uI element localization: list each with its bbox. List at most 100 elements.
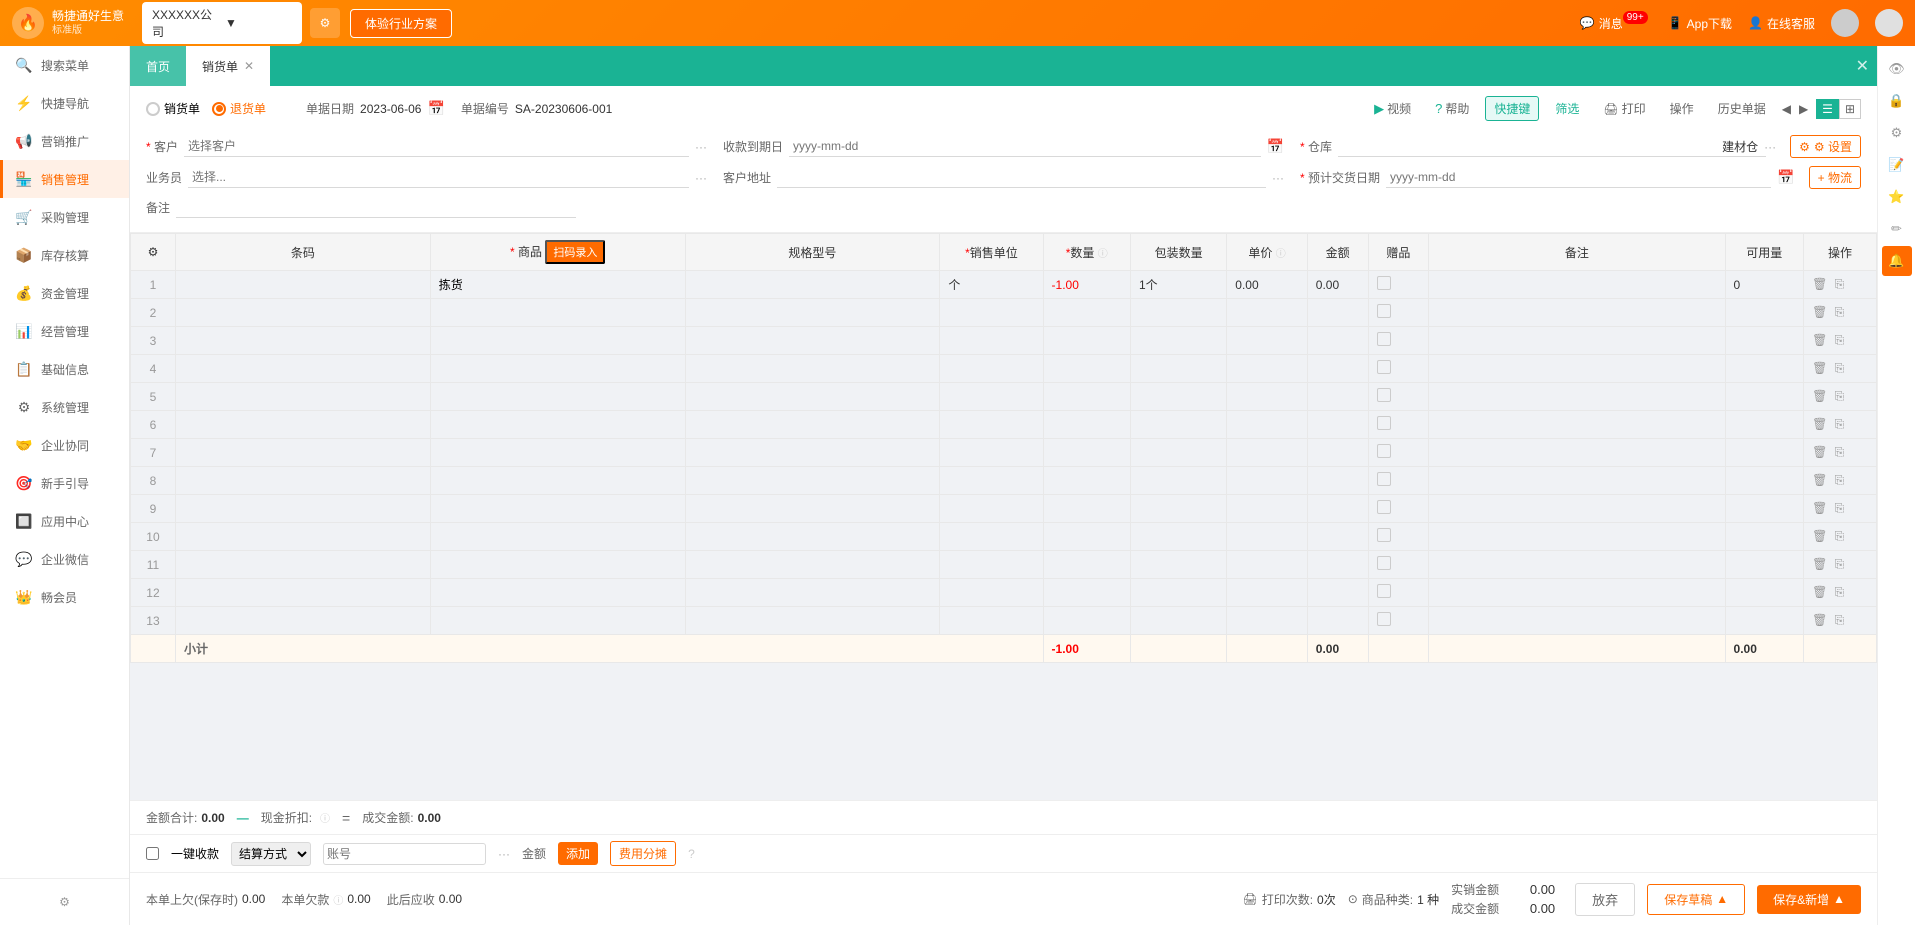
- cell-product[interactable]: [430, 467, 685, 495]
- cell-unit-price[interactable]: [1227, 495, 1308, 523]
- print-button[interactable]: 🖨 打印: [1595, 97, 1653, 120]
- cell-unit-price[interactable]: [1227, 467, 1308, 495]
- account-more-icon[interactable]: ···: [498, 847, 510, 861]
- delete-icon[interactable]: 🗑: [1812, 277, 1827, 291]
- company-selector[interactable]: XXXXXX公司 ▼: [142, 2, 302, 44]
- cell-amount[interactable]: [1307, 495, 1368, 523]
- cell-spec[interactable]: [685, 467, 940, 495]
- gift-checkbox[interactable]: [1377, 556, 1391, 570]
- close-all-tabs-button[interactable]: ✕: [1856, 56, 1869, 76]
- qty-info-icon[interactable]: ⓘ: [1098, 249, 1108, 260]
- copy-icon[interactable]: ⎘: [1835, 585, 1845, 599]
- cell-spec[interactable]: [685, 607, 940, 635]
- price-info-icon[interactable]: ⓘ: [1276, 249, 1286, 260]
- right-panel-lock-button[interactable]: 🔒: [1882, 86, 1912, 116]
- warehouse-input[interactable]: [1338, 136, 1766, 157]
- cell-unit[interactable]: [940, 523, 1043, 551]
- header-settings-button[interactable]: ⚙: [310, 8, 340, 38]
- radio-return[interactable]: 退货单: [212, 100, 266, 117]
- cell-gift[interactable]: [1368, 495, 1429, 523]
- right-panel-star-button[interactable]: ⭐: [1882, 182, 1912, 212]
- view-list-button[interactable]: ☰: [1816, 99, 1839, 119]
- sidebar-item-inventory[interactable]: 📦 库存核算: [0, 236, 129, 274]
- cell-unit[interactable]: [940, 439, 1043, 467]
- sidebar-settings-button[interactable]: ⚙: [0, 887, 129, 917]
- cell-unit[interactable]: [940, 327, 1043, 355]
- settings-button[interactable]: ⚙ ⚙ 设置: [1790, 135, 1861, 158]
- delete-icon[interactable]: 🗑: [1812, 613, 1827, 627]
- cell-unit-price[interactable]: [1227, 411, 1308, 439]
- cell-barcode[interactable]: [175, 271, 430, 299]
- cell-remark[interactable]: [1429, 355, 1725, 383]
- cell-pkg-qty[interactable]: [1130, 383, 1226, 411]
- nav-prev-icon[interactable]: ◀: [1782, 102, 1791, 116]
- cell-gift[interactable]: [1368, 551, 1429, 579]
- right-panel-settings-button[interactable]: ⚙: [1882, 118, 1912, 148]
- cell-unit[interactable]: [940, 467, 1043, 495]
- discard-button[interactable]: 放弃: [1575, 883, 1635, 916]
- table-container[interactable]: ⚙ 条码 * 商品 扫码录入 规格型号 *销售单位: [130, 233, 1877, 800]
- copy-icon[interactable]: ⎘: [1835, 417, 1845, 431]
- cell-pkg-qty[interactable]: [1130, 523, 1226, 551]
- gift-checkbox[interactable]: [1377, 304, 1391, 318]
- sidebar-item-finance[interactable]: 💰 资金管理: [0, 274, 129, 312]
- message-button[interactable]: 💬 消息 99+: [1580, 15, 1652, 32]
- right-panel-notification-button[interactable]: 🔔: [1882, 246, 1912, 276]
- copy-icon[interactable]: ⎘: [1835, 473, 1845, 487]
- cell-product[interactable]: [430, 355, 685, 383]
- gift-checkbox[interactable]: [1377, 584, 1391, 598]
- sidebar-item-enterprise[interactable]: 🤝 企业协同: [0, 426, 129, 464]
- cell-unit[interactable]: [940, 299, 1043, 327]
- cell-barcode[interactable]: [175, 383, 430, 411]
- right-panel-note-button[interactable]: 📝: [1882, 150, 1912, 180]
- col-settings[interactable]: ⚙: [131, 234, 176, 271]
- sidebar-item-quick-nav[interactable]: ⚡ 快捷导航: [0, 84, 129, 122]
- payment-due-calendar-icon[interactable]: 📅: [1267, 138, 1284, 155]
- delivery-calendar-icon[interactable]: 📅: [1777, 169, 1794, 186]
- salesperson-more-icon[interactable]: ···: [695, 171, 707, 185]
- cell-remark[interactable]: [1429, 467, 1725, 495]
- gift-checkbox[interactable]: [1377, 444, 1391, 458]
- cell-product[interactable]: [430, 607, 685, 635]
- cell-barcode[interactable]: [175, 551, 430, 579]
- cell-gift[interactable]: [1368, 327, 1429, 355]
- delete-icon[interactable]: 🗑: [1812, 361, 1827, 375]
- cell-qty[interactable]: [1043, 383, 1130, 411]
- cell-remark[interactable]: [1429, 383, 1725, 411]
- cell-barcode[interactable]: [175, 495, 430, 523]
- cell-gift[interactable]: [1368, 579, 1429, 607]
- cell-remark[interactable]: [1429, 523, 1725, 551]
- operation-button[interactable]: 操作: [1662, 97, 1702, 120]
- cell-unit[interactable]: 个: [940, 271, 1043, 299]
- copy-icon[interactable]: ⎘: [1835, 557, 1845, 571]
- right-panel-eye-button[interactable]: 👁: [1882, 54, 1912, 84]
- delete-icon[interactable]: 🗑: [1812, 529, 1827, 543]
- delete-icon[interactable]: 🗑: [1812, 557, 1827, 571]
- view-grid-button[interactable]: ⊞: [1839, 99, 1861, 119]
- logistics-button[interactable]: + 物流: [1809, 166, 1861, 189]
- cell-product[interactable]: [430, 411, 685, 439]
- nav-next-icon[interactable]: ▶: [1799, 102, 1808, 116]
- cell-unit-price[interactable]: [1227, 551, 1308, 579]
- gift-checkbox[interactable]: [1377, 472, 1391, 486]
- delete-icon[interactable]: 🗑: [1812, 305, 1827, 319]
- cell-amount[interactable]: [1307, 299, 1368, 327]
- sidebar-item-guide[interactable]: 🎯 新手引导: [0, 464, 129, 502]
- delete-icon[interactable]: 🗑: [1812, 333, 1827, 347]
- cell-unit[interactable]: [940, 551, 1043, 579]
- one-click-payment-checkbox[interactable]: [146, 847, 159, 860]
- cell-spec[interactable]: [685, 579, 940, 607]
- cell-unit[interactable]: [940, 383, 1043, 411]
- cell-spec[interactable]: [685, 495, 940, 523]
- cell-unit-price[interactable]: [1227, 439, 1308, 467]
- cell-unit-price[interactable]: [1227, 299, 1308, 327]
- cell-unit[interactable]: [940, 579, 1043, 607]
- settlement-method-select[interactable]: 结算方式: [231, 842, 311, 866]
- gift-checkbox[interactable]: [1377, 360, 1391, 374]
- total-owed-info-icon[interactable]: ⓘ: [333, 892, 343, 907]
- cell-pkg-qty[interactable]: [1130, 495, 1226, 523]
- cell-product[interactable]: [430, 523, 685, 551]
- cell-spec[interactable]: [685, 327, 940, 355]
- sidebar-item-business[interactable]: 📊 经营管理: [0, 312, 129, 350]
- fee-split-button[interactable]: 费用分摊: [610, 841, 676, 866]
